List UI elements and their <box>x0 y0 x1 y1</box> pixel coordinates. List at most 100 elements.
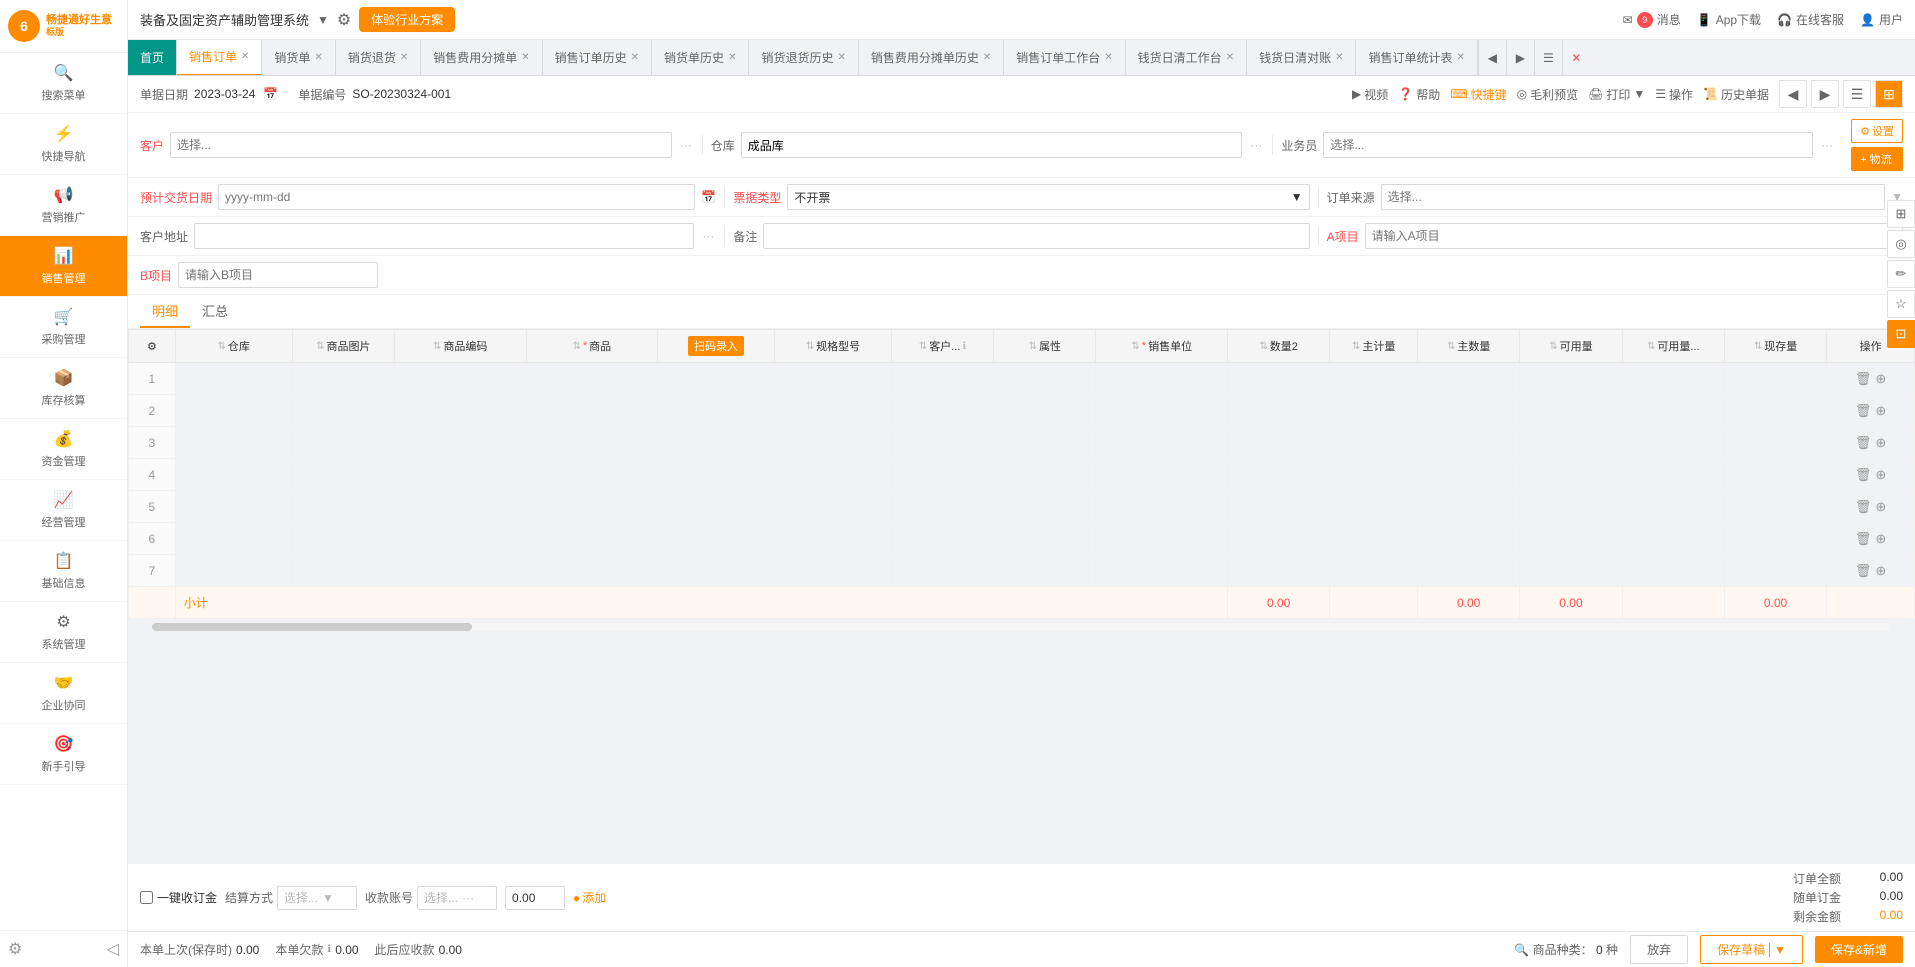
row3-attr[interactable] <box>994 427 1096 459</box>
row6-stock[interactable] <box>1724 523 1826 555</box>
profit-btn[interactable]: ◎ 毛利预览 <box>1517 86 1579 103</box>
invoice-select[interactable]: 不开票 ▼ <box>787 184 1309 210</box>
row1-warehouse[interactable] <box>175 363 292 395</box>
tab-close-expense-hist[interactable]: ✕ <box>983 52 991 63</box>
row2-spec[interactable] <box>774 395 891 427</box>
row4-product[interactable] <box>526 459 658 491</box>
row1-unit[interactable] <box>1096 363 1228 395</box>
view-btn[interactable]: ▶ 视频 <box>1352 86 1388 103</box>
row3-avail2[interactable] <box>1622 427 1724 459</box>
row6-main-qty[interactable] <box>1418 523 1520 555</box>
sidebar-item-finance[interactable]: 💰 资金管理 <box>0 419 127 480</box>
address-input[interactable] <box>194 223 694 249</box>
tab-sales-stats[interactable]: 销售订单统计表 ✕ <box>1356 40 1477 76</box>
warehouse-input[interactable] <box>741 132 1243 158</box>
th-spec[interactable]: ⇅规格型号 <box>774 330 891 363</box>
history-btn[interactable]: 📜 历史单据 <box>1703 86 1769 103</box>
row5-stock[interactable] <box>1724 491 1826 523</box>
tab-close-daily-wb[interactable]: ✕ <box>1226 52 1234 63</box>
row7-cust-code[interactable] <box>891 555 993 587</box>
shortcut-btn[interactable]: ⌨ 快捷键 <box>1450 86 1506 103</box>
help-btn[interactable]: ❓ 帮助 <box>1398 86 1440 103</box>
row7-avail[interactable] <box>1520 555 1622 587</box>
tab-close-return[interactable]: ✕ <box>400 52 408 63</box>
list-view-btn[interactable]: ☰ <box>1843 80 1871 108</box>
row7-warehouse[interactable] <box>175 555 292 587</box>
row4-img[interactable] <box>292 459 394 491</box>
th-attr[interactable]: ⇅属性 <box>994 330 1096 363</box>
row1-code[interactable] <box>394 363 526 395</box>
th-product-code[interactable]: ⇅商品编码 <box>394 330 526 363</box>
tab-sales-delivery[interactable]: 销货单 ✕ <box>262 40 335 76</box>
row3-qty2[interactable] <box>1228 427 1330 459</box>
tab-home[interactable]: 首页 <box>128 40 177 76</box>
operation-btn[interactable]: ☰ 操作 <box>1655 86 1693 103</box>
row5-warehouse[interactable] <box>175 491 292 523</box>
row6-copy-icon[interactable]: ⊕ <box>1875 531 1886 547</box>
row1-avail2[interactable] <box>1622 363 1724 395</box>
tab-detail[interactable]: 明细 <box>140 295 190 328</box>
row4-main-unit[interactable] <box>1330 459 1418 491</box>
row6-avail2[interactable] <box>1622 523 1724 555</box>
row2-avail[interactable] <box>1520 395 1622 427</box>
row7-attr[interactable] <box>994 555 1096 587</box>
row4-avail[interactable] <box>1520 459 1622 491</box>
order-source-input[interactable] <box>1381 184 1885 210</box>
app-download-btn[interactable]: 📱 App下载 <box>1697 11 1761 28</box>
tab-close-workbench[interactable]: ✕ <box>1104 52 1112 63</box>
row5-code[interactable] <box>394 491 526 523</box>
next-record-btn[interactable]: ▶ <box>1811 80 1839 108</box>
tab-summary[interactable]: 汇总 <box>190 295 240 328</box>
tab-close-delivery[interactable]: ✕ <box>314 52 322 63</box>
tab-expense-split[interactable]: 销售费用分摊单 ✕ <box>421 40 542 76</box>
system-dropdown[interactable]: ▼ <box>317 13 329 27</box>
row3-copy-icon[interactable]: ⊕ <box>1875 435 1886 451</box>
save-draft-dropdown-icon[interactable]: ▼ <box>1769 943 1786 957</box>
row2-code[interactable] <box>394 395 526 427</box>
row2-product[interactable] <box>526 395 658 427</box>
row6-qty2[interactable] <box>1228 523 1330 555</box>
gear-settings-icon[interactable]: ⚙ <box>337 10 351 30</box>
row2-main-qty[interactable] <box>1418 395 1520 427</box>
row4-qty2[interactable] <box>1228 459 1330 491</box>
user-avatar[interactable]: 👤 用户 <box>1860 11 1903 28</box>
row7-delete-icon[interactable]: 🗑 <box>1855 563 1872 579</box>
row5-img[interactable] <box>292 491 394 523</box>
row1-spec[interactable] <box>774 363 891 395</box>
collapse-icon[interactable]: ◁ <box>107 939 119 959</box>
row1-delete-icon[interactable]: 🗑 <box>1855 371 1872 387</box>
th-qty2[interactable]: ⇅数量2 <box>1228 330 1330 363</box>
th-sales-unit[interactable]: ⇅*销售单位 <box>1096 330 1228 363</box>
row2-delete-icon[interactable]: 🗑 <box>1855 403 1872 419</box>
customer-input[interactable] <box>170 132 672 158</box>
th-product[interactable]: ⇅*商品 <box>526 330 658 363</box>
address-dots-btn[interactable]: ··· <box>700 229 716 243</box>
add-btn[interactable]: ● 添加 <box>573 889 606 906</box>
sidebar-item-marketing[interactable]: 📢 营销推广 <box>0 175 127 236</box>
row1-copy-icon[interactable]: ⊕ <box>1875 371 1886 387</box>
row3-img[interactable] <box>292 427 394 459</box>
row4-copy-icon[interactable]: ⊕ <box>1875 467 1886 483</box>
row3-avail[interactable] <box>1520 427 1622 459</box>
warehouse-dots-btn[interactable]: ··· <box>1248 138 1264 152</box>
row3-delete-icon[interactable]: 🗑 <box>1855 435 1872 451</box>
row7-img[interactable] <box>292 555 394 587</box>
b-project-input[interactable] <box>178 262 378 288</box>
tab-close-stats[interactable]: ✕ <box>1457 52 1465 63</box>
save-new-button[interactable]: 保存&新增 <box>1815 936 1903 963</box>
online-service-btn[interactable]: 🎧 在线客服 <box>1777 11 1844 28</box>
row4-unit[interactable] <box>1096 459 1228 491</box>
form-view-btn[interactable]: ⊞ <box>1875 80 1903 108</box>
row6-warehouse[interactable] <box>175 523 292 555</box>
row5-avail2[interactable] <box>1622 491 1724 523</box>
row7-main-unit[interactable] <box>1330 555 1418 587</box>
row6-avail[interactable] <box>1520 523 1622 555</box>
tab-order-history[interactable]: 销售订单历史 ✕ <box>543 40 652 76</box>
row4-delete-icon[interactable]: 🗑 <box>1855 467 1872 483</box>
amount-field[interactable]: 0.00 <box>505 886 565 910</box>
row5-avail[interactable] <box>1520 491 1622 523</box>
row1-product[interactable] <box>526 363 658 395</box>
row2-attr[interactable] <box>994 395 1096 427</box>
row5-delete-icon[interactable]: 🗑 <box>1855 499 1872 515</box>
row1-stock[interactable] <box>1724 363 1826 395</box>
